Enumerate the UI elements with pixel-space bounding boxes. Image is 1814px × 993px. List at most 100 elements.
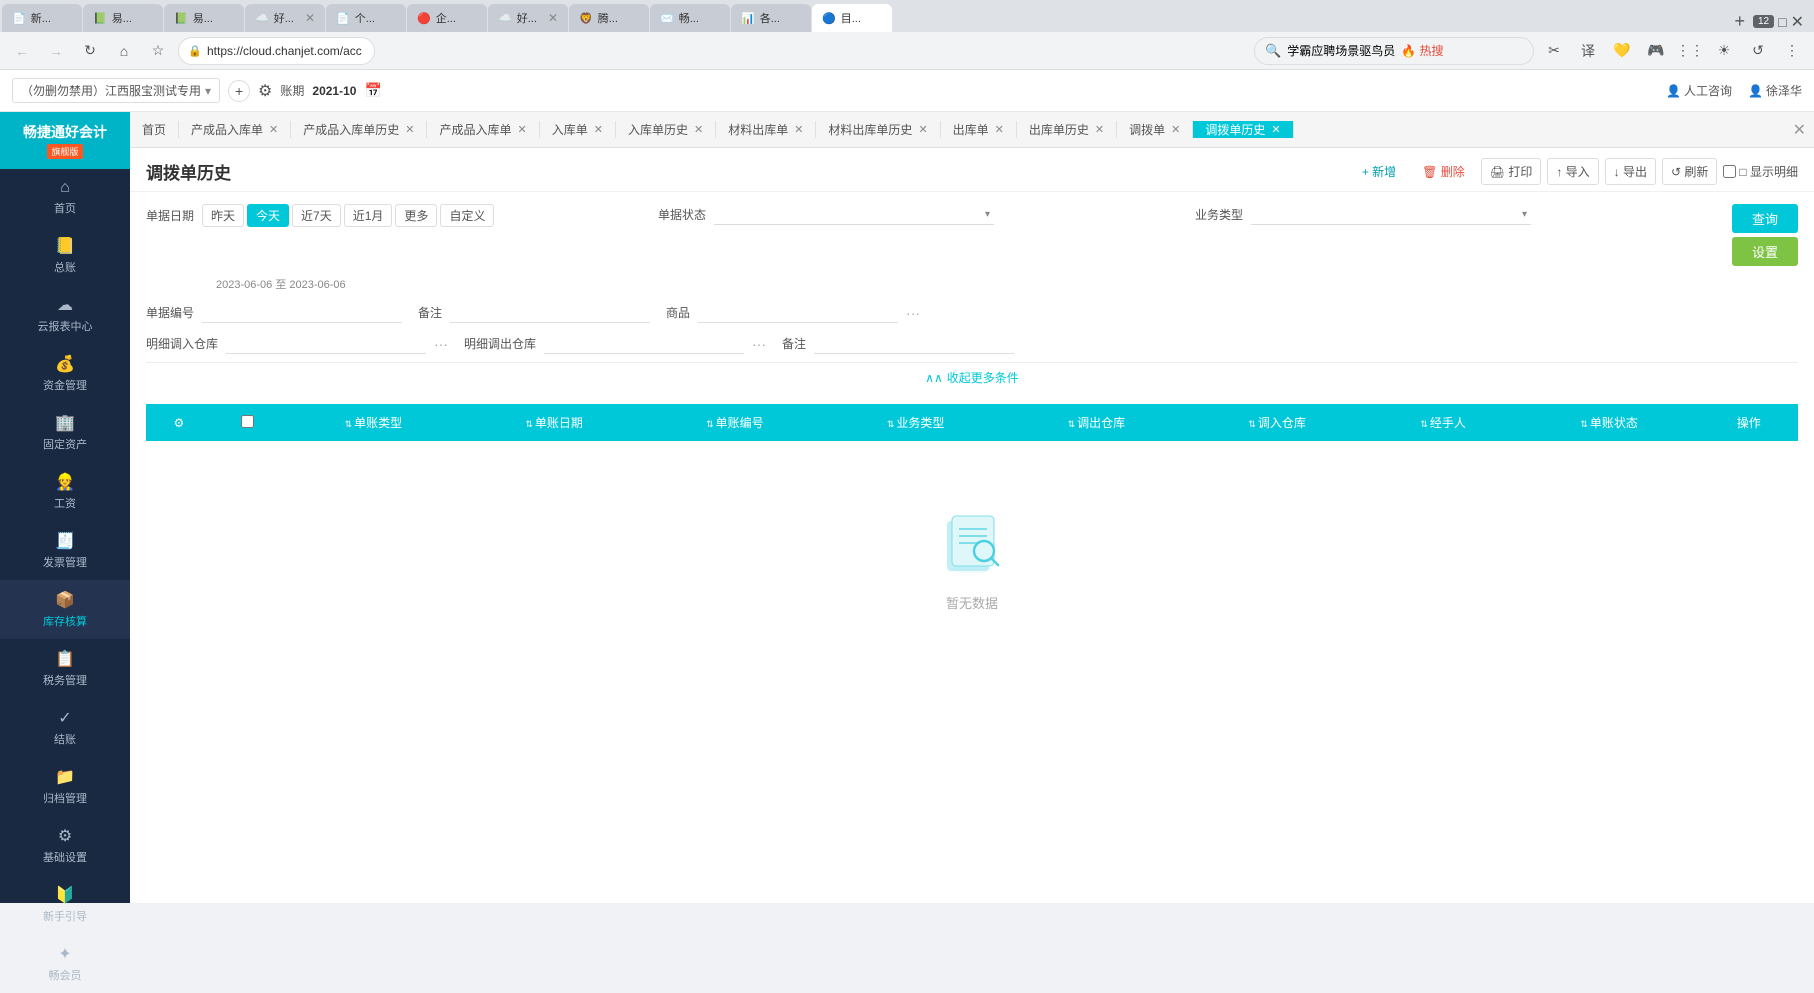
app-tab-transfer[interactable]: 调拨单✕ (1117, 121, 1193, 138)
bookmark-btn[interactable]: ☆ (144, 37, 172, 65)
tab-close-icon[interactable]: ✕ (305, 11, 315, 25)
tab-x-icon[interactable]: ✕ (794, 123, 803, 136)
close-window-btn[interactable]: ✕ (1791, 12, 1804, 32)
export-btn[interactable]: ↓ 导出 (1605, 158, 1656, 185)
biz-type-select[interactable] (1251, 204, 1531, 225)
detail-remark-input[interactable] (814, 333, 1014, 354)
browser-tab-t3[interactable]: 📗易... (164, 4, 244, 32)
detail-out-dots[interactable]: ··· (752, 336, 766, 352)
th-handler[interactable]: ⇅经手人 (1368, 404, 1519, 441)
tab-close-icon[interactable]: ✕ (548, 11, 558, 25)
app-tab-in_order[interactable]: 入库单✕ (540, 121, 616, 138)
sidebar-item-archive[interactable]: 📁归档管理 (0, 757, 130, 816)
date-btn-更多[interactable]: 更多 (395, 204, 437, 227)
status-select[interactable] (714, 204, 994, 225)
user-btn[interactable]: 👤 徐泽华 (1748, 82, 1802, 99)
app-tab-home_tab[interactable]: 首页 (130, 121, 179, 138)
refresh-btn[interactable]: ↺ 刷新 (1662, 158, 1717, 185)
sidebar-item-wages[interactable]: 👷工资 (0, 462, 130, 521)
sidebar-item-tax[interactable]: 📋税务管理 (0, 639, 130, 698)
app-tab-prod_in2[interactable]: 产成品入库单✕ (427, 121, 539, 138)
sidebar-item-funds[interactable]: 💰资金管理 (0, 344, 130, 403)
tab-x-icon[interactable]: ✕ (1271, 123, 1280, 136)
tab-x-icon[interactable]: ✕ (694, 123, 703, 136)
settings-icon[interactable]: ⚙ (258, 81, 272, 101)
display-checkbox[interactable] (1723, 165, 1736, 178)
browser-tab-t2[interactable]: 📗易... (83, 4, 163, 32)
goods-dots[interactable]: ··· (906, 305, 920, 321)
tab-x-icon[interactable]: ✕ (918, 123, 927, 136)
sidebar-item-ledger[interactable]: 📒总账 (0, 226, 130, 285)
sidebar-item-invoice[interactable]: 🧾发票管理 (0, 521, 130, 580)
sidebar-item-guide[interactable]: 🔰新手引导 (0, 875, 130, 934)
date-btn-近1月[interactable]: 近1月 (344, 204, 393, 227)
th-doc_type[interactable]: ⇅单账类型 (283, 404, 464, 441)
tab-close-all-btn[interactable]: ✕ (1785, 120, 1814, 140)
calendar-icon[interactable]: 📅 (364, 82, 381, 99)
detail-in-input[interactable] (226, 333, 426, 354)
goods-input[interactable] (698, 302, 898, 323)
app-tab-prod_in_hist[interactable]: 产成品入库单历史✕ (291, 121, 427, 138)
print-btn[interactable]: 🖨 打印 (1481, 158, 1542, 185)
tab-x-icon[interactable]: ✕ (405, 123, 414, 136)
app-tab-out_hist[interactable]: 出库单历史✕ (1017, 121, 1117, 138)
settings-btn[interactable]: 设置 (1732, 237, 1798, 266)
sidebar-item-assets[interactable]: 🏢固定资产 (0, 403, 130, 462)
app-tab-transfer_hist[interactable]: 调拨单历史✕ (1193, 121, 1293, 138)
gear-icon[interactable]: ⚙ (174, 416, 185, 430)
th-doc_num[interactable]: ⇅单账编号 (645, 404, 826, 441)
browser-tab-t6[interactable]: 🔴企... (407, 4, 487, 32)
date-btn-自定义[interactable]: 自定义 (440, 204, 494, 227)
game-btn[interactable]: 🎮 (1642, 37, 1670, 65)
tab-x-icon[interactable]: ✕ (594, 123, 603, 136)
date-btn-近7天[interactable]: 近7天 (292, 204, 341, 227)
remark-input[interactable] (450, 302, 650, 323)
back-btn[interactable]: ← (8, 37, 36, 65)
tab-x-icon[interactable]: ✕ (1095, 123, 1104, 136)
th-in_warehouse[interactable]: ⇅调入仓库 (1187, 404, 1368, 441)
select-all-checkbox[interactable] (241, 415, 254, 428)
sidebar-item-home[interactable]: ⌂首页 (0, 169, 130, 226)
browser-tab-t11[interactable]: 🔵目... (812, 4, 892, 32)
browser-tab-t1[interactable]: 📄新... (2, 4, 82, 32)
menu-btn[interactable]: ⋮ (1778, 37, 1806, 65)
support-btn[interactable]: 👤 人工咨询 (1666, 82, 1732, 99)
doc-num-input[interactable] (202, 302, 402, 323)
detail-in-dots[interactable]: ··· (434, 336, 448, 352)
browser-tab-t9[interactable]: ✉️畅... (650, 4, 730, 32)
undo-btn[interactable]: ↺ (1744, 37, 1772, 65)
app-tab-mat_out[interactable]: 材料出库单✕ (716, 121, 816, 138)
detail-out-input[interactable] (544, 333, 744, 354)
wallet-btn[interactable]: 💛 (1608, 37, 1636, 65)
extensions-btn[interactable]: ✂ (1540, 37, 1568, 65)
browser-tab-t10[interactable]: 📊各... (731, 4, 811, 32)
date-btn-今天[interactable]: 今天 (247, 204, 289, 227)
display-toggle[interactable]: □ 显示明细 (1723, 163, 1798, 180)
app-tab-out_order[interactable]: 出库单✕ (941, 121, 1017, 138)
app-tab-mat_out_hist[interactable]: 材料出库单历史✕ (816, 121, 940, 138)
forward-btn[interactable]: → (42, 37, 70, 65)
query-btn[interactable]: 查询 (1732, 204, 1798, 233)
th-out_warehouse[interactable]: ⇅调出仓库 (1006, 404, 1187, 441)
tab-x-icon[interactable]: ✕ (1171, 123, 1180, 136)
url-input[interactable] (178, 37, 375, 65)
add-company-btn[interactable]: + (228, 80, 250, 102)
tab-x-icon[interactable]: ✕ (995, 123, 1004, 136)
browser-tab-t5[interactable]: 📄个... (326, 4, 406, 32)
collapse-bar[interactable]: ∧∧ 收起更多条件 (146, 362, 1798, 392)
th-biz_type[interactable]: ⇅业务类型 (825, 404, 1006, 441)
browser-tab-t8[interactable]: 🦁腾... (569, 4, 649, 32)
reload-btn[interactable]: ↻ (76, 37, 104, 65)
grid-btn[interactable]: ⋮⋮ (1676, 37, 1704, 65)
new-btn[interactable]: + 新增 (1352, 158, 1406, 185)
import-btn[interactable]: ↑ 导入 (1547, 158, 1598, 185)
sidebar-item-inventory[interactable]: 📦库存核算 (0, 580, 130, 639)
delete-btn[interactable]: 🗑 删除 (1412, 158, 1475, 185)
company-selector[interactable]: （勿删勿禁用）江西服宝测试专用 ▾ (12, 78, 220, 103)
restore-btn[interactable]: □ (1778, 14, 1786, 30)
translate-btn[interactable]: 译 (1574, 37, 1602, 65)
tab-x-icon[interactable]: ✕ (518, 123, 527, 136)
app-tab-prod_in[interactable]: 产成品入库单✕ (179, 121, 291, 138)
sidebar-item-closing[interactable]: ✓结账 (0, 698, 130, 757)
th-doc_date[interactable]: ⇅单账日期 (464, 404, 645, 441)
